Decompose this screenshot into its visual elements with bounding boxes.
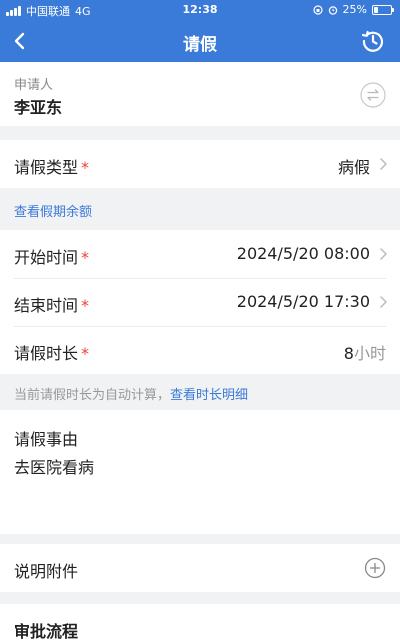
time-section: 开始时间 * 2024/5/20 08:00 结束时间 * 2024/5/20 17… [0, 230, 400, 374]
battery-icon [372, 4, 394, 15]
battery-percent: 25% [342, 3, 367, 16]
start-time-label: 开始时间 * [14, 244, 89, 268]
attachment-label: 说明附件 [14, 562, 79, 581]
end-time-value: 2024/5/20 17:30 [236, 292, 370, 311]
alarm-icon [328, 5, 337, 15]
attachment-row[interactable]: 说明附件 [0, 544, 400, 592]
leave-type-section: 请假类型 * 病假 [0, 140, 400, 188]
required-mark: * [81, 248, 90, 267]
start-time-value: 2024/5/20 08:00 [236, 244, 370, 263]
duration-label-text: 请假时长 [14, 344, 79, 363]
duration-unit: 小时 [353, 344, 386, 363]
page-title: 请假 [183, 35, 217, 55]
end-time-label-text: 结束时间 [14, 296, 79, 315]
approval-section: 审批流程 [0, 604, 400, 640]
start-time-label-text: 开始时间 [14, 248, 79, 267]
status-bar: 中国联通 4G 12:38 25% [0, 0, 400, 20]
duration-hint: 当前请假时长为自动计算，查看时长明细 [14, 384, 248, 403]
leave-type-label-text: 请假类型 [14, 158, 79, 177]
battery-fill [374, 6, 378, 13]
duration-hint-text: 当前请假时长为自动计算， [14, 388, 171, 403]
start-time-row[interactable]: 开始时间 * 2024/5/20 08:00 [0, 230, 400, 278]
swap-icon[interactable] [360, 82, 386, 108]
leave-type-label: 请假类型 * [14, 154, 89, 178]
required-mark: * [81, 296, 90, 315]
duration-hint-band: 当前请假时长为自动计算，查看时长明细 [0, 374, 400, 410]
applicant-section: 申请人 李亚东 [0, 62, 400, 126]
reason-section: 请假事由 去医院看病 [0, 410, 400, 534]
required-mark: * [81, 158, 90, 177]
nav-bar: 请假 [0, 20, 400, 62]
applicant-label: 申请人 [14, 78, 54, 93]
approval-title: 审批流程 [14, 622, 79, 640]
status-bar-right: 25% [312, 3, 394, 16]
applicant-name: 李亚东 [14, 98, 63, 117]
duration-row: 请假时长 * 8小时 [0, 326, 400, 374]
duration-label: 请假时长 * [14, 340, 89, 364]
view-balance-link[interactable]: 查看假期余额 [14, 201, 92, 220]
history-clock-icon[interactable] [358, 26, 388, 56]
plus-circle-icon[interactable] [364, 557, 386, 579]
end-time-label: 结束时间 * [14, 292, 89, 316]
orientation-lock-icon [312, 4, 323, 15]
leave-type-value: 病假 [337, 158, 370, 177]
duration-detail-link[interactable]: 查看时长明细 [170, 388, 248, 403]
leave-type-row[interactable]: 请假类型 * 病假 [0, 140, 400, 188]
required-mark: * [81, 344, 90, 363]
balance-band: 查看假期余额 [0, 188, 400, 230]
chevron-right-icon [380, 158, 387, 170]
reason-label: 请假事由 [14, 430, 79, 449]
attachment-section: 说明附件 [0, 544, 400, 592]
end-time-row[interactable]: 结束时间 * 2024/5/20 17:30 [0, 278, 400, 326]
chevron-right-icon [380, 296, 387, 308]
duration-number: 8 [343, 344, 354, 363]
reason-textarea[interactable]: 去医院看病 [14, 454, 386, 524]
duration-value: 8小时 [344, 340, 386, 364]
chevron-right-icon [380, 248, 387, 260]
